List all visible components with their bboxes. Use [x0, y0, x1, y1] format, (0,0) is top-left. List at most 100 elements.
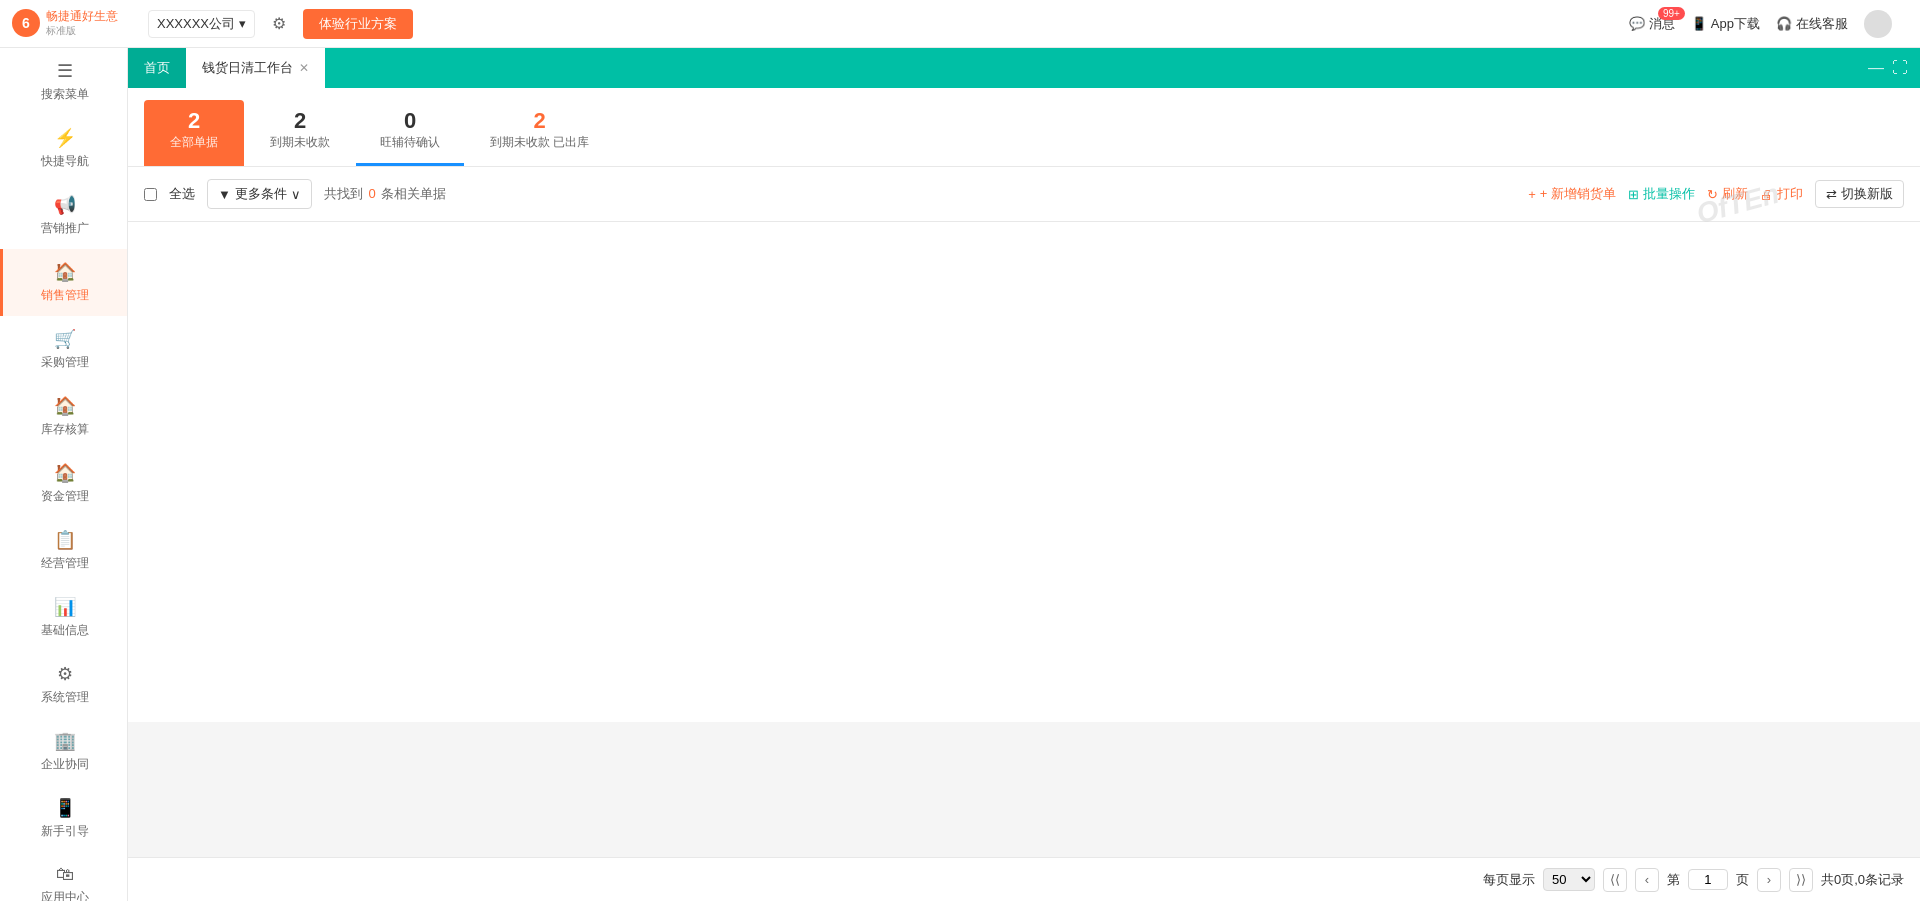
refresh-icon: ↻: [1707, 187, 1718, 202]
base-icon: 📊: [54, 596, 76, 618]
message-badge: 99+: [1658, 7, 1685, 20]
filter-icon: ▼: [218, 187, 231, 202]
stat-tab-all[interactable]: 2 全部单据: [144, 100, 244, 166]
sidebar-item-apps[interactable]: 🛍 应用中心: [0, 852, 127, 901]
sidebar-label-finance: 资金管理: [41, 488, 89, 505]
sidebar-item-marketing[interactable]: 📢 营销推广: [0, 182, 127, 249]
batch-operation-button[interactable]: ⊞ 批量操作: [1628, 185, 1695, 203]
sidebar-item-sales[interactable]: 🏠 销售管理: [0, 249, 127, 316]
batch-icon: ⊞: [1628, 187, 1639, 202]
sidebar-item-enterprise[interactable]: 🏢 企业协同: [0, 718, 127, 785]
stat-label-shipped: 到期未收款 已出库: [490, 134, 589, 151]
finance-icon: 🏠: [54, 462, 76, 484]
last-page-button[interactable]: ⟩⟩: [1789, 868, 1813, 892]
toolbar-right: + + 新增销货单 ⊞ 批量操作 ↻ 刷新 🖨 打印 ⇄ 切换新版: [1528, 180, 1904, 208]
sidebar-item-finance[interactable]: 🏠 资金管理: [0, 450, 127, 517]
switch-version-button[interactable]: ⇄ 切换新版: [1815, 180, 1904, 208]
next-page-icon: ›: [1767, 872, 1771, 887]
tab-home[interactable]: 首页: [128, 48, 186, 88]
sidebar-item-quick[interactable]: ⚡ 快捷导航: [0, 115, 127, 182]
message-icon: 💬: [1629, 16, 1645, 31]
prev-page-button[interactable]: ‹: [1635, 868, 1659, 892]
header-right: 💬 消息 99+ 📱 App下载 🎧 在线客服: [1629, 10, 1908, 38]
page-suffix: 页: [1736, 871, 1749, 889]
message-button[interactable]: 💬 消息 99+: [1629, 15, 1675, 33]
stat-tab-shipped[interactable]: 2 到期未收款 已出库: [466, 100, 613, 166]
online-service-button[interactable]: 🎧 在线客服: [1776, 15, 1848, 33]
window-maximize-icon[interactable]: ⛶: [1892, 59, 1908, 77]
stat-num-shipped: 2: [534, 108, 546, 134]
app-download-button[interactable]: 📱 App下载: [1691, 15, 1760, 33]
tab-home-label: 首页: [144, 59, 170, 77]
sidebar-label-sales: 销售管理: [41, 287, 89, 304]
toolbar: 全选 ▼ 更多条件 ∨ 共找到 0 条相关单据 + + 新增销货单 ⊞ 批量操作: [128, 167, 1920, 222]
stat-label-all: 全部单据: [170, 134, 218, 151]
sidebar-label-apps: 应用中心: [41, 889, 89, 901]
add-icon: +: [1528, 187, 1536, 202]
sidebar-item-inventory[interactable]: 🏠 库存核算: [0, 383, 127, 450]
pagination-footer: 每页显示 50 100 200 ⟨⟨ ‹ 第 页 › ⟩⟩ 共0页,0条记录: [128, 857, 1920, 901]
stat-tab-pending[interactable]: 0 旺辅待确认: [356, 100, 464, 166]
refresh-label: 刷新: [1722, 185, 1748, 203]
sidebar-item-purchase[interactable]: 🛒 采购管理: [0, 316, 127, 383]
table-area: [128, 222, 1920, 722]
sidebar-item-operation[interactable]: 📋 经营管理: [0, 517, 127, 584]
first-page-icon: ⟨⟨: [1610, 872, 1620, 887]
stat-tab-overdue[interactable]: 2 到期未收款: [246, 100, 354, 166]
page-number-input[interactable]: [1688, 869, 1728, 890]
found-num: 0: [369, 186, 376, 201]
tab-close-icon[interactable]: ✕: [299, 61, 309, 75]
apps-icon: 🛍: [56, 864, 74, 885]
settings-button[interactable]: ⚙: [263, 8, 295, 40]
last-page-icon: ⟩⟩: [1796, 872, 1806, 887]
sidebar-item-base[interactable]: 📊 基础信息: [0, 584, 127, 651]
next-page-button[interactable]: ›: [1757, 868, 1781, 892]
select-all-label: 全选: [169, 185, 195, 203]
quick-nav-icon: ⚡: [54, 127, 76, 149]
sidebar: ☰ 搜索菜单 ⚡ 快捷导航 📢 营销推广 🏠 销售管理 🛒 采购管理 🏠 库存核…: [0, 48, 128, 901]
stat-num-all: 2: [188, 108, 200, 134]
refresh-button[interactable]: ↻ 刷新: [1707, 185, 1748, 203]
sidebar-label-enterprise: 企业协同: [41, 756, 89, 773]
main-content: 2 全部单据 2 到期未收款 0 旺辅待确认 2 到期未收款 已出库 全选 ▼ …: [128, 88, 1920, 901]
sidebar-label-quick: 快捷导航: [41, 153, 89, 170]
stat-label-overdue: 到期未收款: [270, 134, 330, 151]
sidebar-item-search[interactable]: ☰ 搜索菜单: [0, 48, 127, 115]
prev-page-icon: ‹: [1645, 872, 1649, 887]
print-label: 打印: [1777, 185, 1803, 203]
logo-text: 畅捷通好生意: [46, 9, 118, 23]
first-page-button[interactable]: ⟨⟨: [1603, 868, 1627, 892]
tab-workbench[interactable]: 钱货日清工作台 ✕: [186, 48, 325, 88]
company-selector[interactable]: XXXXXX公司 ▾: [148, 10, 255, 38]
gear-icon: ⚙: [272, 14, 286, 33]
filter-button[interactable]: ▼ 更多条件 ∨: [207, 179, 312, 209]
inventory-icon: 🏠: [54, 395, 76, 417]
sidebar-label-purchase: 采购管理: [41, 354, 89, 371]
stat-num-overdue: 2: [294, 108, 306, 134]
chevron-icon: ∨: [291, 187, 301, 202]
guide-icon: 📱: [54, 797, 76, 819]
select-all-checkbox[interactable]: [144, 188, 157, 201]
sidebar-label-operation: 经营管理: [41, 555, 89, 572]
found-unit: 条相关单据: [381, 186, 446, 201]
chevron-down-icon: ▾: [239, 16, 246, 31]
add-sale-button[interactable]: + + 新增销货单: [1528, 185, 1616, 203]
per-page-select[interactable]: 50 100 200: [1543, 868, 1595, 891]
service-label: 在线客服: [1796, 15, 1848, 33]
total-count: 共0页,0条记录: [1821, 871, 1904, 889]
sidebar-label-inventory: 库存核算: [41, 421, 89, 438]
batch-label: 批量操作: [1643, 185, 1695, 203]
system-icon: ⚙: [57, 663, 73, 685]
stat-label-pending: 旺辅待确认: [380, 134, 440, 151]
stats-tabs: 2 全部单据 2 到期未收款 0 旺辅待确认 2 到期未收款 已出库: [128, 88, 1920, 167]
print-button[interactable]: 🖨 打印: [1760, 185, 1803, 203]
sidebar-item-system[interactable]: ⚙ 系统管理: [0, 651, 127, 718]
window-minimize-icon[interactable]: —: [1868, 59, 1884, 77]
switch-icon: ⇄: [1826, 187, 1837, 202]
per-page-label: 每页显示: [1483, 871, 1535, 889]
logo-sub: 标准版: [46, 24, 118, 38]
experience-button[interactable]: 体验行业方案: [303, 9, 413, 39]
avatar[interactable]: [1864, 10, 1892, 38]
enterprise-icon: 🏢: [54, 730, 76, 752]
sidebar-item-guide[interactable]: 📱 新手引导: [0, 785, 127, 852]
